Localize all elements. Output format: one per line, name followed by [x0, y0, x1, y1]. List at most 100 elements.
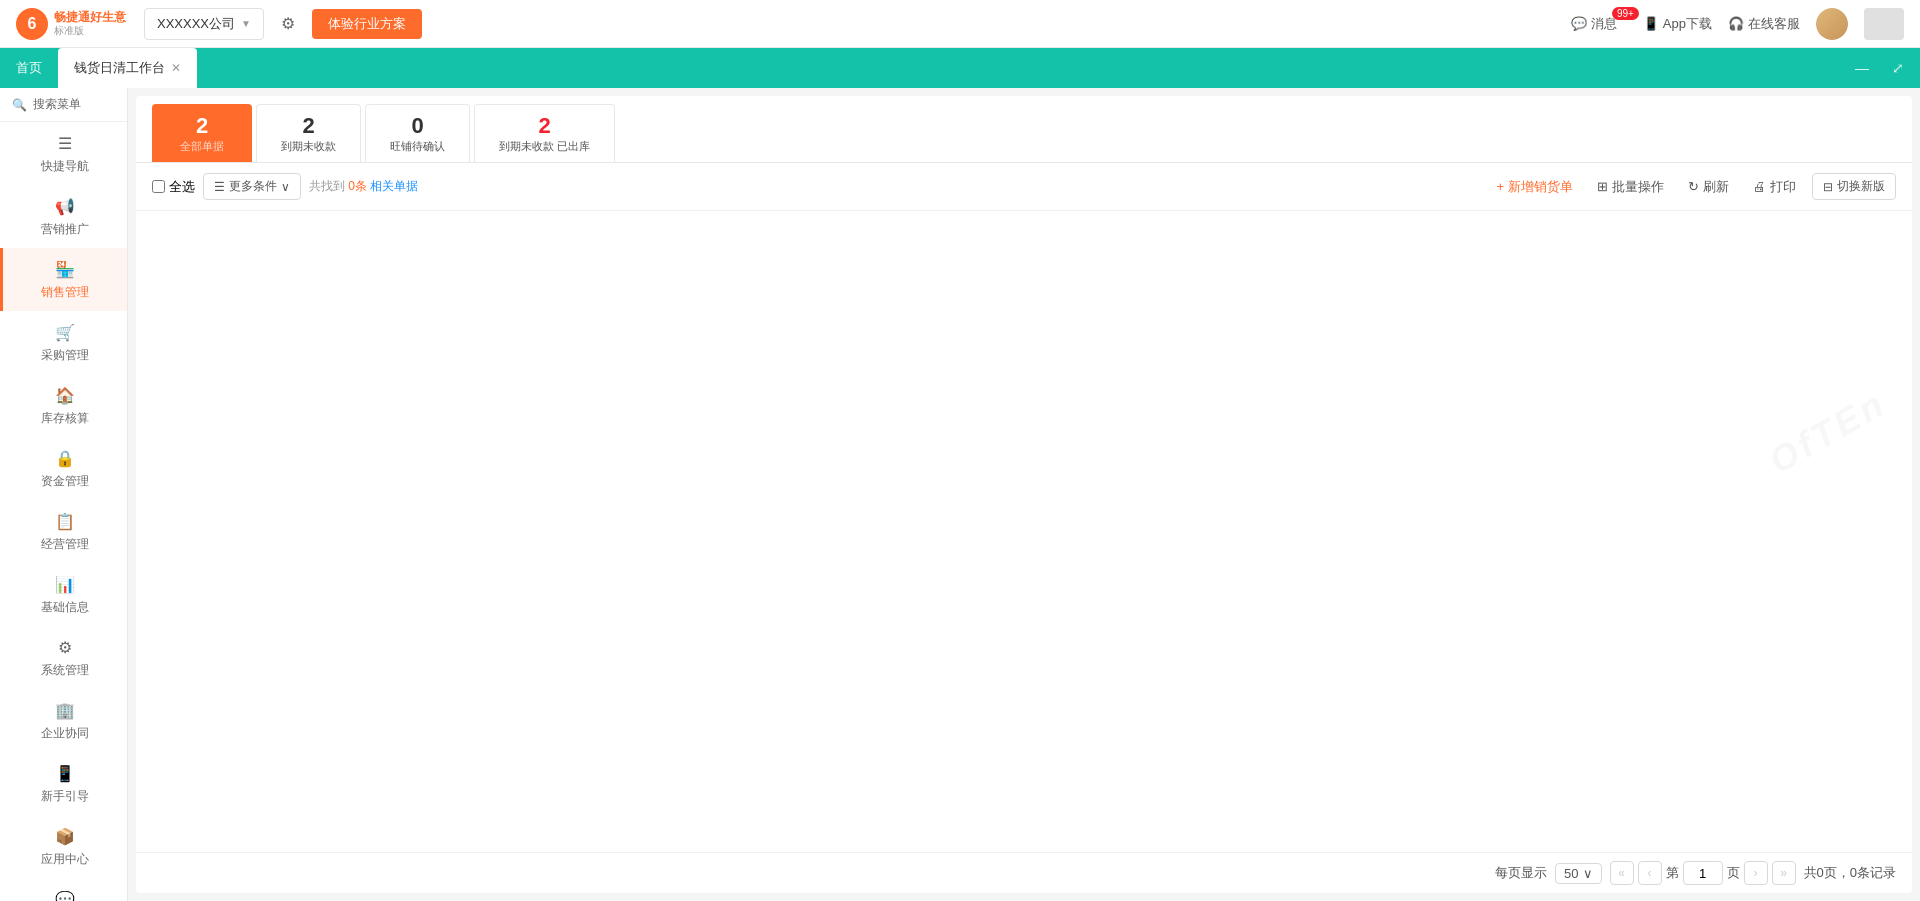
- stat-pending-number: 0: [411, 113, 423, 139]
- online-service-label: 在线客服: [1748, 15, 1800, 33]
- sidebar-item-sales[interactable]: 🏪 销售管理: [0, 248, 127, 311]
- search-icon: 🔍: [12, 98, 27, 112]
- add-button[interactable]: + 新增销货单: [1488, 174, 1581, 200]
- print-button[interactable]: 🖨 打印: [1745, 174, 1804, 200]
- sidebar-item-enterprise[interactable]: 🏢 企业协同: [0, 689, 127, 752]
- search-menu[interactable]: 🔍 搜索菜单: [0, 88, 127, 122]
- sidebar-item-marketing[interactable]: 📢 营销推广: [0, 185, 127, 248]
- app-layout: 🔍 搜索菜单 ☰ 快捷导航 📢 营销推广 🏪 销售管理 🛒 采购管理 🏠 库存核…: [0, 88, 1920, 901]
- prev-page-icon: ‹: [1648, 866, 1652, 880]
- system-icon: ⚙: [54, 636, 76, 658]
- add-icon: +: [1496, 179, 1504, 194]
- finance-label: 资金管理: [41, 473, 89, 490]
- main-content: 2 全部单据 2 到期未收款 0 旺铺待确认 2 到期未收款 已出库: [128, 88, 1920, 901]
- select-all-label: 全选: [169, 178, 195, 196]
- chevron-down-icon: ▼: [241, 18, 251, 29]
- switch-version-button[interactable]: ⊟ 切换新版: [1812, 173, 1896, 200]
- sidebar-item-quick-nav[interactable]: ☰ 快捷导航: [0, 122, 127, 185]
- next-page-icon: ›: [1754, 866, 1758, 880]
- sidebar-item-app-center[interactable]: 📦 应用中心: [0, 815, 127, 878]
- settings-icon[interactable]: ⚙: [272, 8, 304, 40]
- switch-icon: ⊟: [1823, 180, 1833, 194]
- sidebar-item-finance[interactable]: 🔒 资金管理: [0, 437, 127, 500]
- stat-shipped-label: 到期未收款 已出库: [499, 139, 590, 154]
- online-service-item[interactable]: 🎧 在线客服: [1728, 15, 1800, 33]
- sidebar-item-operation[interactable]: 📋 经营管理: [0, 500, 127, 563]
- related-records-link[interactable]: 相关单据: [370, 179, 418, 193]
- switch-label: 切换新版: [1837, 178, 1885, 195]
- batch-button[interactable]: ⊞ 批量操作: [1589, 174, 1672, 200]
- stat-tab-overdue[interactable]: 2 到期未收款: [256, 104, 361, 162]
- stat-pending-label: 旺铺待确认: [390, 139, 445, 154]
- stat-tab-pending[interactable]: 0 旺铺待确认: [365, 104, 470, 162]
- user-name-area[interactable]: [1864, 8, 1904, 40]
- tab-home[interactable]: 首页: [0, 48, 58, 88]
- watermark: OfTEn: [1762, 382, 1894, 482]
- sidebar-item-purchase[interactable]: 🛒 采购管理: [0, 311, 127, 374]
- sidebar-item-guide[interactable]: 📱 新手引导: [0, 752, 127, 815]
- filter-button[interactable]: ☰ 更多条件 ∨: [203, 173, 301, 200]
- select-all-input[interactable]: [152, 180, 165, 193]
- app-download-item[interactable]: 📱 App下载: [1643, 15, 1712, 33]
- stat-tab-shipped[interactable]: 2 到期未收款 已出库: [474, 104, 615, 162]
- toolbar: 全选 ☰ 更多条件 ∨ 共找到 0条 相关单据 + 新增销货单 ⊞: [136, 163, 1912, 211]
- company-name: XXXXXX公司: [157, 15, 235, 33]
- basic-info-icon: 📊: [54, 573, 76, 595]
- chevron-icon: ∨: [281, 180, 290, 194]
- tab-bar-actions: — ⤢: [1848, 54, 1920, 82]
- next-page-button[interactable]: ›: [1744, 861, 1768, 885]
- last-page-button[interactable]: »: [1772, 861, 1796, 885]
- enterprise-icon: 🏢: [54, 699, 76, 721]
- quick-nav-icon: ☰: [54, 132, 76, 154]
- sidebar-item-system[interactable]: ⚙ 系统管理: [0, 626, 127, 689]
- filter-label: 更多条件: [229, 178, 277, 195]
- tab-bar: 首页 钱货日清工作台 ✕ — ⤢: [0, 48, 1920, 88]
- tab-work[interactable]: 钱货日清工作台 ✕: [58, 48, 197, 88]
- operation-icon: 📋: [54, 510, 76, 532]
- header: 6 畅捷通好生意 标准版 XXXXXX公司 ▼ ⚙ 体验行业方案 💬 消息 99…: [0, 0, 1920, 48]
- app-download-icon: 📱: [1643, 16, 1659, 31]
- page-number-input[interactable]: [1683, 861, 1723, 885]
- table-area: OfTEn: [136, 211, 1912, 852]
- header-right: 💬 消息 99+ 📱 App下载 🎧 在线客服: [1571, 8, 1904, 40]
- marketing-label: 营销推广: [41, 221, 89, 238]
- marketing-icon: 📢: [54, 195, 76, 217]
- quick-nav-label: 快捷导航: [41, 158, 89, 175]
- message-item[interactable]: 💬 消息 99+: [1571, 15, 1627, 33]
- toolbar-right: + 新增销货单 ⊞ 批量操作 ↻ 刷新 🖨 打印: [1488, 173, 1896, 200]
- sidebar-item-basic-info[interactable]: 📊 基础信息: [0, 563, 127, 626]
- close-icon[interactable]: ✕: [171, 61, 181, 75]
- prev-page-button[interactable]: ‹: [1638, 861, 1662, 885]
- last-page-icon: »: [1780, 866, 1787, 880]
- page-size-selector[interactable]: 50 ∨: [1555, 863, 1601, 884]
- stat-tab-all[interactable]: 2 全部单据: [152, 104, 252, 162]
- page-nav: « ‹ 第 页 › »: [1610, 861, 1796, 885]
- inventory-icon: 🏠: [54, 384, 76, 406]
- purchase-label: 采购管理: [41, 347, 89, 364]
- sidebar-item-wechat[interactable]: 💬 企业微信: [0, 878, 127, 901]
- refresh-button[interactable]: ↻ 刷新: [1680, 174, 1737, 200]
- user-avatar[interactable]: [1816, 8, 1848, 40]
- batch-label: 批量操作: [1612, 178, 1664, 196]
- select-all-checkbox[interactable]: 全选: [152, 178, 195, 196]
- message-icon: 💬: [1571, 16, 1587, 31]
- batch-icon: ⊞: [1597, 179, 1608, 194]
- stat-all-label: 全部单据: [180, 139, 224, 154]
- expand-icon[interactable]: ⤢: [1884, 54, 1912, 82]
- first-page-icon: «: [1618, 866, 1625, 880]
- message-badge: 99+: [1612, 7, 1639, 20]
- refresh-label: 刷新: [1703, 178, 1729, 196]
- trial-button[interactable]: 体验行业方案: [312, 9, 422, 39]
- sidebar: 🔍 搜索菜单 ☰ 快捷导航 📢 营销推广 🏪 销售管理 🛒 采购管理 🏠 库存核…: [0, 88, 128, 901]
- first-page-button[interactable]: «: [1610, 861, 1634, 885]
- pagination-bar: 每页显示 50 ∨ « ‹ 第 页 ›: [136, 852, 1912, 893]
- print-label: 打印: [1770, 178, 1796, 196]
- app-center-label: 应用中心: [41, 851, 89, 868]
- enterprise-label: 企业协同: [41, 725, 89, 742]
- sidebar-item-inventory[interactable]: 🏠 库存核算: [0, 374, 127, 437]
- app-title: 畅捷通好生意: [54, 10, 126, 24]
- tab-work-label: 钱货日清工作台: [74, 59, 165, 77]
- company-selector[interactable]: XXXXXX公司 ▼: [144, 8, 264, 40]
- page-suffix: 页: [1727, 864, 1740, 882]
- minimize-icon[interactable]: —: [1848, 54, 1876, 82]
